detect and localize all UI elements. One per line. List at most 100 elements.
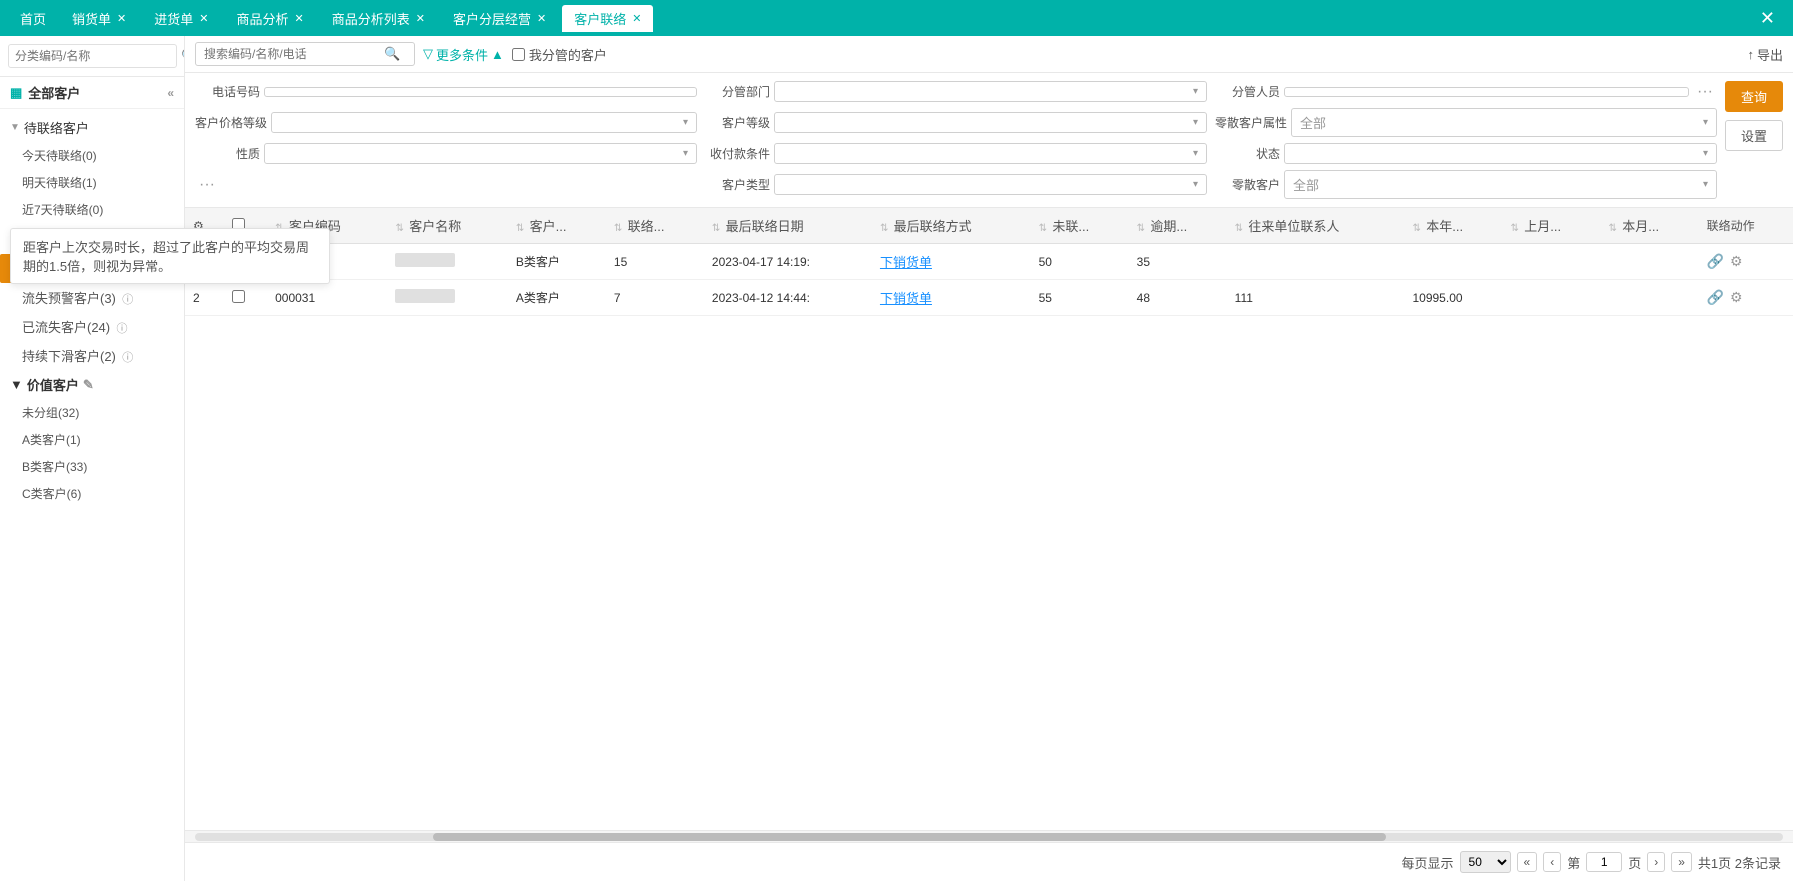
nav-tab-customer-tier[interactable]: 客户分层经营 ✕	[441, 5, 558, 32]
row2-last-method-link[interactable]: 下销货单	[880, 291, 932, 306]
filter-status: 状态 ▾	[1215, 143, 1717, 164]
filter-payment-select[interactable]: ▾	[774, 143, 1207, 164]
already-lost-icon[interactable]: ⓘ	[116, 323, 127, 335]
last-page-button[interactable]: »	[1671, 852, 1692, 872]
nav-tab-customer-tier-label: 客户分层经营	[453, 9, 531, 28]
row2-index: 2	[185, 280, 224, 316]
filter-row4-dots[interactable]: ···	[199, 176, 215, 194]
nav-tab-product-list-close[interactable]: ✕	[416, 12, 425, 25]
table-row: 1 000039 B类客户 15 2023-04-17 14:19: 下销货单 …	[185, 244, 1793, 280]
sidebar-search-area: 🔍	[0, 36, 184, 77]
col-this-year[interactable]: ⇅ 本年...	[1404, 208, 1502, 244]
filter-phone-input[interactable]	[264, 87, 697, 97]
value-customers-edit-icon[interactable]: ✎	[83, 377, 94, 393]
filter-status-select[interactable]: ▾	[1284, 143, 1717, 164]
scroll-thumb[interactable]	[433, 833, 1386, 841]
sidebar-item-7days[interactable]: 近7天待联络(0)	[0, 196, 184, 223]
my-customers-checkbox[interactable]	[512, 48, 525, 61]
sidebar-search-input[interactable]	[8, 44, 177, 68]
col-overdue[interactable]: ⇅ 逾期...	[1129, 208, 1227, 244]
settings-button[interactable]: 设置	[1725, 120, 1783, 151]
row1-contact-icon[interactable]: 🔗	[1707, 253, 1724, 270]
prev-page-button[interactable]: ‹	[1543, 852, 1561, 872]
row2-last-date: 2023-04-12 14:44:	[704, 280, 872, 316]
nav-tab-product-analysis[interactable]: 商品分析 ✕	[224, 5, 315, 32]
nav-tab-sales-close[interactable]: ✕	[117, 12, 126, 25]
row1-last-method[interactable]: 下销货单	[872, 244, 1031, 280]
filter-price-level-select[interactable]: ▾	[271, 112, 697, 133]
nav-tab-purchase-close[interactable]: ✕	[199, 12, 208, 25]
value-customers-group[interactable]: ▼ 价值客户 ✎	[0, 370, 184, 399]
table-header-row: ⚙ ⇅ 客户编码 ⇅ 客户名称 ⇅ 客户...	[185, 208, 1793, 244]
filter-cust-type-select[interactable]: ▾	[774, 174, 1207, 195]
sidebar-item-lost-warning[interactable]: 流失预警客户(3) ⓘ	[0, 283, 184, 312]
filter-dept-select[interactable]: ▾	[774, 81, 1207, 102]
nav-home[interactable]: 首页	[10, 5, 56, 32]
col-last-month[interactable]: ⇅ 上月...	[1503, 208, 1601, 244]
sidebar-collapse-button[interactable]: «	[167, 86, 174, 100]
filter-row-4: ··· 客户类型 ▾ 零散客户 全部	[195, 170, 1717, 199]
sidebar-item-already-lost[interactable]: 已流失客户(24) ⓘ	[0, 312, 184, 341]
filter-retail-cust-select[interactable]: 全部 ▾	[1284, 170, 1717, 199]
col-type[interactable]: ⇅ 客户...	[508, 208, 606, 244]
current-page-input[interactable]	[1586, 852, 1622, 872]
nav-tab-product-list[interactable]: 商品分析列表 ✕	[320, 5, 437, 32]
left-sidebar: 🔍 ▦ 全部客户 « ▼ 待联络客户 今天待联络(0) 明天待联络(1) 近7天…	[0, 36, 185, 881]
col-contact-count[interactable]: ⇅ 联络...	[606, 208, 704, 244]
export-button[interactable]: ↑ 导出	[1747, 45, 1783, 64]
sidebar-item-b-class[interactable]: B类客户(33)	[0, 453, 184, 480]
col-name-label: 客户名称	[409, 219, 461, 234]
sidebar-item-c-class[interactable]: C类客户(6)	[0, 480, 184, 507]
filter-price-level-arrow: ▾	[683, 117, 688, 128]
row1-more-icon[interactable]: ⚙	[1730, 253, 1743, 270]
next-page-button[interactable]: ›	[1647, 852, 1665, 872]
col-uncontacted[interactable]: ⇅ 未联...	[1031, 208, 1129, 244]
sidebar-item-ungrouped[interactable]: 未分组(32)	[0, 399, 184, 426]
filter-row-3: 性质 ▾ 收付款条件 ▾	[195, 143, 1717, 164]
filter-manager-dots[interactable]: ···	[1697, 83, 1713, 101]
sidebar-item-a-class[interactable]: A类客户(1)	[0, 426, 184, 453]
my-customers-filter[interactable]: 我分管的客户	[512, 45, 607, 64]
more-conditions-button[interactable]: ▽ 更多条件 ▲	[423, 45, 504, 64]
continuous-down-icon[interactable]: ⓘ	[122, 352, 133, 364]
col-last-method[interactable]: ⇅ 最后联络方式	[872, 208, 1031, 244]
nav-tab-customer-contact-close[interactable]: ✕	[632, 12, 641, 25]
sidebar-item-tomorrow[interactable]: 明天待联络(1)	[0, 169, 184, 196]
col-name[interactable]: ⇅ 客户名称	[387, 208, 507, 244]
search-button-icon[interactable]: 🔍	[384, 46, 400, 62]
row1-last-method-link[interactable]: 下销货单	[880, 255, 932, 270]
search-input[interactable]	[204, 47, 384, 61]
nav-tab-customer-contact[interactable]: 客户联络 ✕	[562, 5, 653, 32]
query-button[interactable]: 查询	[1725, 81, 1783, 112]
filter-cust-type-label: 客户类型	[705, 176, 770, 193]
nav-tab-sales[interactable]: 销货单 ✕	[60, 5, 138, 32]
row2-more-icon[interactable]: ⚙	[1730, 289, 1743, 306]
waiting-contact-title[interactable]: ▼ 待联络客户	[0, 113, 184, 142]
row2-code[interactable]: 000031	[267, 280, 387, 316]
export-label: 导出	[1757, 45, 1783, 64]
first-page-button[interactable]: «	[1517, 852, 1538, 872]
filter-payment-label: 收付款条件	[705, 145, 770, 162]
nav-tab-purchase[interactable]: 进货单 ✕	[142, 5, 220, 32]
horizontal-scrollbar[interactable]	[185, 830, 1793, 842]
col-last-date[interactable]: ⇅ 最后联络日期	[704, 208, 872, 244]
grid-icon: ▦	[10, 85, 22, 101]
col-contact-person[interactable]: ⇅ 往来单位联系人	[1227, 208, 1405, 244]
sidebar-item-today[interactable]: 今天待联络(0)	[0, 142, 184, 169]
nav-tab-product-analysis-close[interactable]: ✕	[295, 12, 304, 25]
filter-retail-attr-select[interactable]: 全部 ▾	[1291, 108, 1717, 137]
nav-tab-customer-tier-close[interactable]: ✕	[537, 12, 546, 25]
filter-manager-select[interactable]	[1284, 87, 1689, 97]
top-nav: 首页 销货单 ✕ 进货单 ✕ 商品分析 ✕ 商品分析列表 ✕ 客户分层经营 ✕ …	[0, 0, 1793, 36]
window-close-button[interactable]: ✕	[1752, 8, 1783, 29]
filter-cust-level-select[interactable]: ▾	[774, 112, 1207, 133]
row2-last-method[interactable]: 下销货单	[872, 280, 1031, 316]
per-page-select[interactable]: 50 20 100	[1460, 851, 1511, 873]
row2-contact-icon[interactable]: 🔗	[1707, 289, 1724, 306]
sidebar-item-continuous-down[interactable]: 持续下滑客户(2) ⓘ	[0, 341, 184, 370]
col-this-month[interactable]: ⇅ 本月...	[1601, 208, 1699, 244]
row2-select-checkbox[interactable]	[232, 290, 245, 303]
filter-nature-select[interactable]: ▾	[264, 143, 697, 164]
lost-warning-icon[interactable]: ⓘ	[122, 294, 133, 306]
data-table-area: ⚙ ⇅ 客户编码 ⇅ 客户名称 ⇅ 客户...	[185, 208, 1793, 830]
